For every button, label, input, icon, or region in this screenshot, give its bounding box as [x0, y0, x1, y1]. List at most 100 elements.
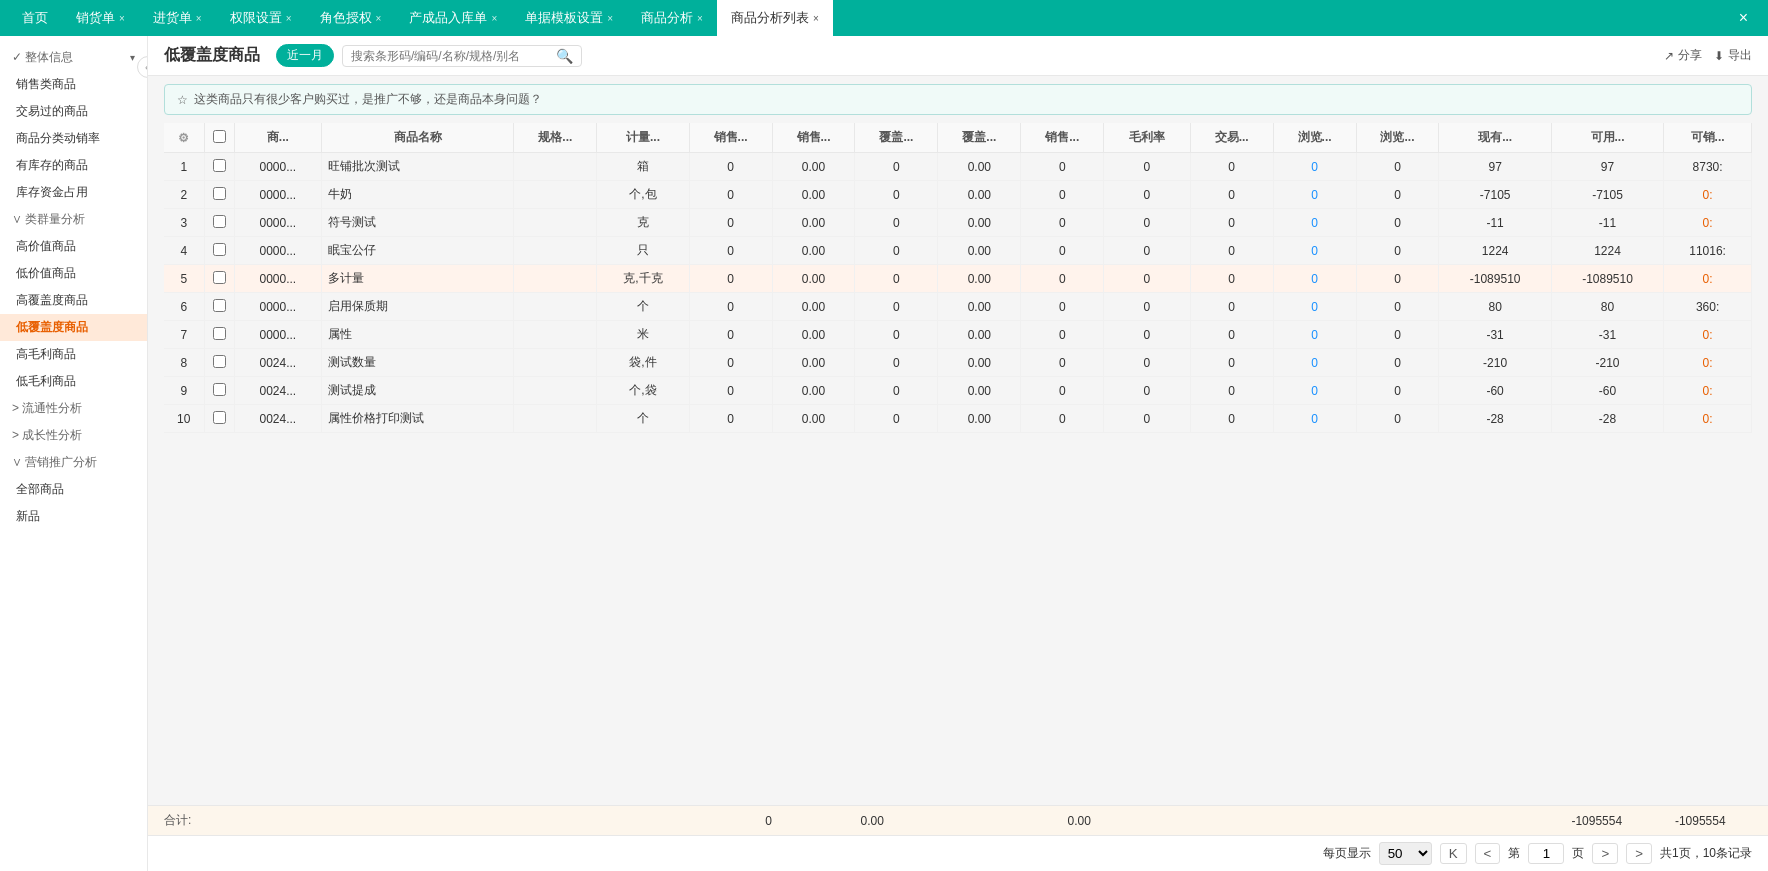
row-browse1[interactable]: 0	[1273, 209, 1356, 237]
row-checkbox[interactable]	[204, 321, 234, 349]
row-checkbox[interactable]	[204, 181, 234, 209]
row-sales-qty: 0	[689, 181, 772, 209]
sidebar-section-cluster[interactable]: ∨ 类群量分析	[0, 206, 147, 233]
close-window-btn[interactable]: ×	[1727, 9, 1760, 27]
search-input[interactable]	[351, 49, 556, 63]
row-browse1[interactable]: 0	[1273, 321, 1356, 349]
row-checkbox[interactable]	[204, 349, 234, 377]
row-browse1[interactable]: 0	[1273, 181, 1356, 209]
sidebar-item-all-goods[interactable]: 全部商品	[0, 476, 147, 503]
next-page-btn[interactable]: >	[1592, 843, 1618, 864]
row-browse1[interactable]: 0	[1273, 265, 1356, 293]
nav-item-home[interactable]: 首页	[8, 0, 62, 36]
close-permission-tab[interactable]: ×	[286, 13, 292, 24]
sidebar-item-low-value[interactable]: 低价值商品	[0, 260, 147, 287]
col-spec-header: 规格...	[514, 123, 597, 153]
nav-item-analysis-list[interactable]: 商品分析列表 ×	[717, 0, 833, 36]
row-browse1[interactable]: 0	[1273, 405, 1356, 433]
row-browse1[interactable]: 0	[1273, 237, 1356, 265]
nav-item-role[interactable]: 角色授权 ×	[306, 0, 396, 36]
close-purchase-tab[interactable]: ×	[196, 13, 202, 24]
export-btn[interactable]: ⬇ 导出	[1714, 47, 1752, 64]
row-sales-qty: 0	[689, 153, 772, 181]
sidebar-item-sales-goods[interactable]: 销售类商品	[0, 71, 147, 98]
sidebar-section-growth[interactable]: > 成长性分析	[0, 422, 147, 449]
row-cover2: 0.00	[938, 293, 1021, 321]
row-checkbox[interactable]	[204, 153, 234, 181]
nav-item-product[interactable]: 产成品入库单 ×	[395, 0, 511, 36]
row-trade: 0	[1190, 237, 1273, 265]
row-checkbox[interactable]	[204, 265, 234, 293]
row-browse1[interactable]: 0	[1273, 293, 1356, 321]
sidebar-section-marketing[interactable]: ∨ 营销推广分析	[0, 449, 147, 476]
row-checkbox[interactable]	[204, 209, 234, 237]
col-settings[interactable]: ⚙	[164, 123, 204, 153]
share-btn[interactable]: ↗ 分享	[1664, 47, 1702, 64]
table-wrapper[interactable]: ⚙ 商... 商品名称 规格... 计量... 销售... 销售... 覆盖..…	[148, 123, 1768, 805]
row-spec	[514, 265, 597, 293]
sidebar-item-in-stock[interactable]: 有库存的商品	[0, 152, 147, 179]
row-browse1[interactable]: 0	[1273, 377, 1356, 405]
row-current: -11	[1439, 209, 1551, 237]
last-page-btn[interactable]: >	[1626, 843, 1652, 864]
footer-cover2: 0.00	[1027, 814, 1131, 828]
row-gross-rate: 0	[1104, 321, 1190, 349]
close-product-tab[interactable]: ×	[491, 13, 497, 24]
close-template-tab[interactable]: ×	[607, 13, 613, 24]
row-available: -28	[1551, 405, 1663, 433]
row-sellable: 0:	[1664, 321, 1752, 349]
nav-item-permission[interactable]: 权限设置 ×	[216, 0, 306, 36]
prev-page-btn[interactable]: <	[1475, 843, 1501, 864]
sidebar-item-traded-goods[interactable]: 交易过的商品	[0, 98, 147, 125]
nav-item-template[interactable]: 单据模板设置 ×	[511, 0, 627, 36]
row-browse1[interactable]: 0	[1273, 349, 1356, 377]
row-sales-amt: 0.00	[772, 405, 855, 433]
nav-item-analysis[interactable]: 商品分析 ×	[627, 0, 717, 36]
sidebar-item-low-gross[interactable]: 低毛利商品	[0, 368, 147, 395]
close-sales-tab[interactable]: ×	[119, 13, 125, 24]
footer-values: 0 0.00 0.00 -1095554 -1095554	[199, 814, 1752, 828]
row-name: 属性	[322, 321, 514, 349]
sidebar-item-high-coverage[interactable]: 高覆盖度商品	[0, 287, 147, 314]
row-current: -28	[1439, 405, 1551, 433]
row-spec	[514, 349, 597, 377]
row-available: -1089510	[1551, 265, 1663, 293]
row-code: 0000...	[234, 321, 322, 349]
row-checkbox[interactable]	[204, 377, 234, 405]
sidebar-item-stock-capital[interactable]: 库存资金占用	[0, 179, 147, 206]
row-unit: 箱	[597, 153, 689, 181]
row-checkbox[interactable]	[204, 293, 234, 321]
sidebar-item-high-gross[interactable]: 高毛利商品	[0, 341, 147, 368]
row-gross-rate: 0	[1104, 293, 1190, 321]
footer-current: -1095554	[1545, 814, 1649, 828]
col-checkbox-header[interactable]	[204, 123, 234, 153]
row-code: 0000...	[234, 209, 322, 237]
nav-item-purchase[interactable]: 进货单 ×	[139, 0, 216, 36]
row-browse2: 0	[1356, 349, 1439, 377]
row-browse2: 0	[1356, 405, 1439, 433]
col-sales-qty-header: 销售...	[689, 123, 772, 153]
page-number-input[interactable]	[1528, 843, 1564, 864]
sidebar-item-low-coverage[interactable]: 低覆盖度商品	[0, 314, 147, 341]
close-analysis-list-tab[interactable]: ×	[813, 13, 819, 24]
settings-icon[interactable]: ⚙	[178, 131, 189, 145]
row-sales-qty: 0	[689, 293, 772, 321]
row-sales-amt: 0.00	[772, 153, 855, 181]
row-checkbox[interactable]	[204, 237, 234, 265]
first-page-btn[interactable]: K	[1440, 843, 1467, 864]
row-browse1[interactable]: 0	[1273, 153, 1356, 181]
sidebar-section-circulation[interactable]: > 流通性分析	[0, 395, 147, 422]
nav-item-sales[interactable]: 销货单 ×	[62, 0, 139, 36]
close-analysis-tab[interactable]: ×	[697, 13, 703, 24]
sidebar-item-category-rate[interactable]: 商品分类动销率	[0, 125, 147, 152]
sidebar-item-high-value[interactable]: 高价值商品	[0, 233, 147, 260]
row-name: 测试数量	[322, 349, 514, 377]
sidebar-section-overall[interactable]: ✓ 整体信息 ▾	[0, 44, 147, 71]
per-page-select[interactable]: 50 100 200	[1379, 842, 1432, 865]
time-filter-month[interactable]: 近一月	[276, 44, 334, 67]
close-role-tab[interactable]: ×	[376, 13, 382, 24]
sidebar-item-new-goods[interactable]: 新品	[0, 503, 147, 530]
table-row: 60000...启用保质期个00.0000.00000008080360:	[164, 293, 1752, 321]
select-all-checkbox[interactable]	[213, 130, 226, 143]
row-checkbox[interactable]	[204, 405, 234, 433]
